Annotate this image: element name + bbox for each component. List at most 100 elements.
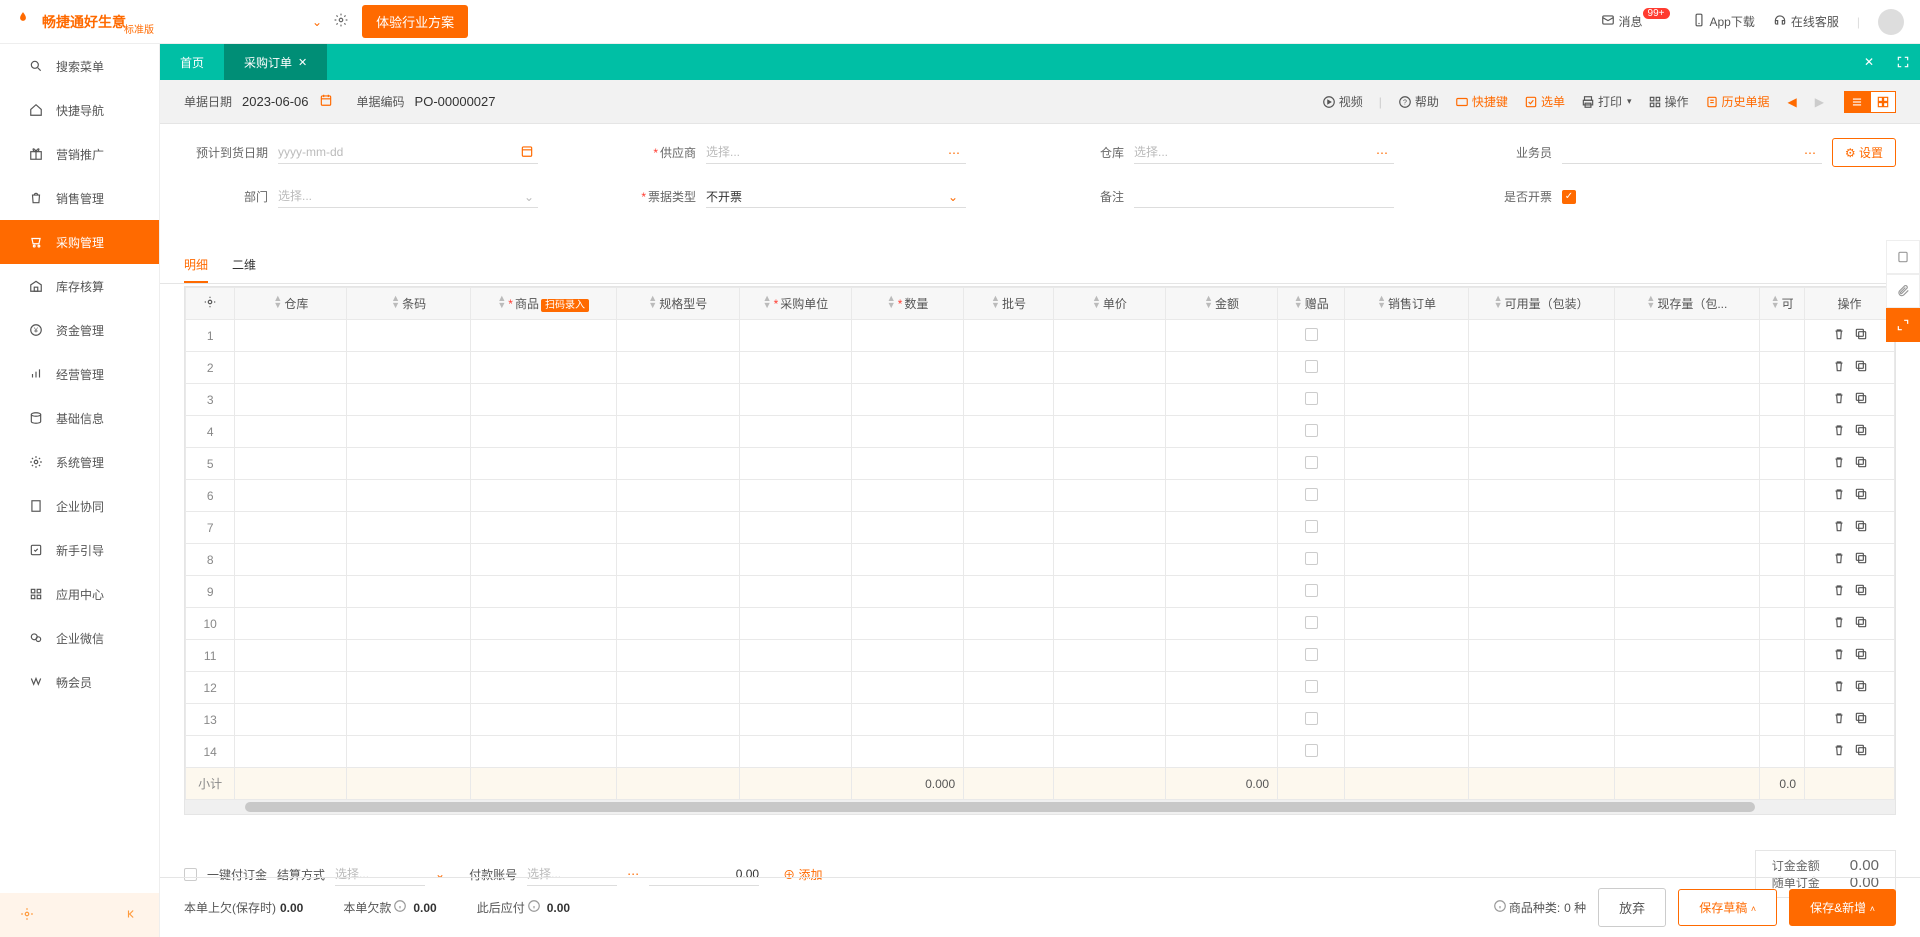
table-row[interactable]: 14 [186,736,1895,768]
col-header[interactable]: ▲▼*商品扫码录入 [470,288,616,320]
col-header[interactable]: ▲▼批号 [964,288,1054,320]
col-header[interactable]: ▲▼金额 [1165,288,1277,320]
date-value[interactable]: 2023-06-06 [242,94,309,109]
gift-checkbox[interactable] [1305,744,1318,757]
sidebar-item-collab[interactable]: 企业协同 [0,484,159,528]
discard-button[interactable]: 放弃 [1598,888,1666,927]
video-link[interactable]: 视频 [1322,93,1363,110]
shortcut-link[interactable]: 快捷键 [1455,93,1508,110]
sidebar-item-system[interactable]: 系统管理 [0,440,159,484]
settings-icon[interactable] [20,907,34,924]
next-doc-icon[interactable]: ▶ [1815,95,1824,109]
table-row[interactable]: 3 [186,384,1895,416]
copy-row-icon[interactable] [1854,746,1868,760]
sidebar-item-wechat[interactable]: 企业微信 [0,616,159,660]
tab-close-all-icon[interactable]: ✕ [1852,44,1886,80]
copy-row-icon[interactable] [1854,682,1868,696]
table-row[interactable]: 8 [186,544,1895,576]
delete-row-icon[interactable] [1832,394,1846,408]
tab-detail[interactable]: 明细 [184,256,208,283]
invoice-type-input[interactable] [706,185,966,208]
delete-row-icon[interactable] [1832,426,1846,440]
copy-row-icon[interactable] [1854,522,1868,536]
select-link[interactable]: 选单 [1524,93,1565,110]
prev-doc-icon[interactable]: ◀ [1786,95,1799,109]
table-row[interactable]: 6 [186,480,1895,512]
gift-checkbox[interactable] [1305,360,1318,373]
table-row[interactable]: 11 [186,640,1895,672]
col-header[interactable]: ▲▼*采购单位 [739,288,851,320]
delete-row-icon[interactable] [1832,330,1846,344]
delete-row-icon[interactable] [1832,554,1846,568]
copy-row-icon[interactable] [1854,490,1868,504]
salesperson-input[interactable] [1562,141,1822,164]
delete-row-icon[interactable] [1832,490,1846,504]
copy-row-icon[interactable] [1854,362,1868,376]
sidebar-item-inventory[interactable]: 库存核算 [0,264,159,308]
sidebar-item-vip[interactable]: 畅会员 [0,660,159,704]
more-icon[interactable]: ⋯ [1804,146,1816,160]
sidebar-item-business[interactable]: 经营管理 [0,352,159,396]
gift-checkbox[interactable] [1305,616,1318,629]
col-header[interactable]: ▲▼仓库 [235,288,347,320]
sidebar-item-purchase[interactable]: 采购管理 [0,220,159,264]
copy-row-icon[interactable] [1854,330,1868,344]
dock-note-icon[interactable] [1886,240,1920,274]
copy-row-icon[interactable] [1854,714,1868,728]
sidebar-item-marketing[interactable]: 营销推广 [0,132,159,176]
sidebar-item-appcenter[interactable]: 应用中心 [0,572,159,616]
table-row[interactable]: 1 [186,320,1895,352]
sidebar-item-basedata[interactable]: 基础信息 [0,396,159,440]
delete-row-icon[interactable] [1832,362,1846,376]
gift-checkbox[interactable] [1305,712,1318,725]
history-link[interactable]: 历史单据 [1705,93,1770,110]
copy-row-icon[interactable] [1854,458,1868,472]
chevron-down-icon[interactable]: ⌄ [948,190,958,204]
sidebar-item-guide[interactable]: 新手引导 [0,528,159,572]
support-link[interactable]: 在线客服 [1773,13,1839,30]
table-row[interactable]: 12 [186,672,1895,704]
app-download-link[interactable]: App下载 [1692,13,1755,30]
delete-row-icon[interactable] [1832,458,1846,472]
delete-row-icon[interactable] [1832,682,1846,696]
gift-checkbox[interactable] [1305,328,1318,341]
col-header[interactable]: ▲▼可 [1760,288,1805,320]
ops-link[interactable]: 操作 [1648,93,1689,110]
messages-link[interactable]: 消息 99+ [1601,13,1674,30]
col-header[interactable]: ▲▼规格型号 [616,288,739,320]
arrive-date-input[interactable] [278,141,538,164]
close-icon[interactable]: ✕ [298,56,307,69]
copy-row-icon[interactable] [1854,394,1868,408]
experience-button[interactable]: 体验行业方案 [362,5,468,38]
copy-row-icon[interactable] [1854,618,1868,632]
company-selector[interactable]: ⌄ [162,15,322,29]
gift-checkbox[interactable] [1305,424,1318,437]
gift-checkbox[interactable] [1305,584,1318,597]
table-row[interactable]: 10 [186,608,1895,640]
gift-checkbox[interactable] [1305,392,1318,405]
dept-input[interactable] [278,185,538,208]
chevron-down-icon[interactable]: ⌄ [524,190,534,204]
sidebar-item-quicknav[interactable]: 快捷导航 [0,88,159,132]
table-row[interactable]: 13 [186,704,1895,736]
copy-row-icon[interactable] [1854,426,1868,440]
gift-checkbox[interactable] [1305,552,1318,565]
table-row[interactable]: 4 [186,416,1895,448]
gift-checkbox[interactable] [1305,488,1318,501]
save-new-button[interactable]: 保存&新增 ˄ [1789,889,1896,926]
warehouse-input[interactable] [1134,141,1394,164]
table-row[interactable]: 5 [186,448,1895,480]
is-invoice-checkbox[interactable]: ✓ [1562,190,1576,204]
sidebar-item-funds[interactable]: ¥资金管理 [0,308,159,352]
info-icon[interactable] [393,899,407,916]
copy-row-icon[interactable] [1854,650,1868,664]
sidebar-item-sales[interactable]: 销售管理 [0,176,159,220]
settings-button[interactable]: ⚙ 设置 [1832,138,1896,167]
user-avatar[interactable] [1878,9,1904,35]
col-settings[interactable] [186,288,235,320]
fullscreen-icon[interactable] [1886,44,1920,80]
delete-row-icon[interactable] [1832,650,1846,664]
col-header[interactable]: ▲▼赠品 [1278,288,1345,320]
remark-input[interactable] [1134,185,1394,208]
col-header[interactable]: ▲▼可用量（包装） [1468,288,1614,320]
